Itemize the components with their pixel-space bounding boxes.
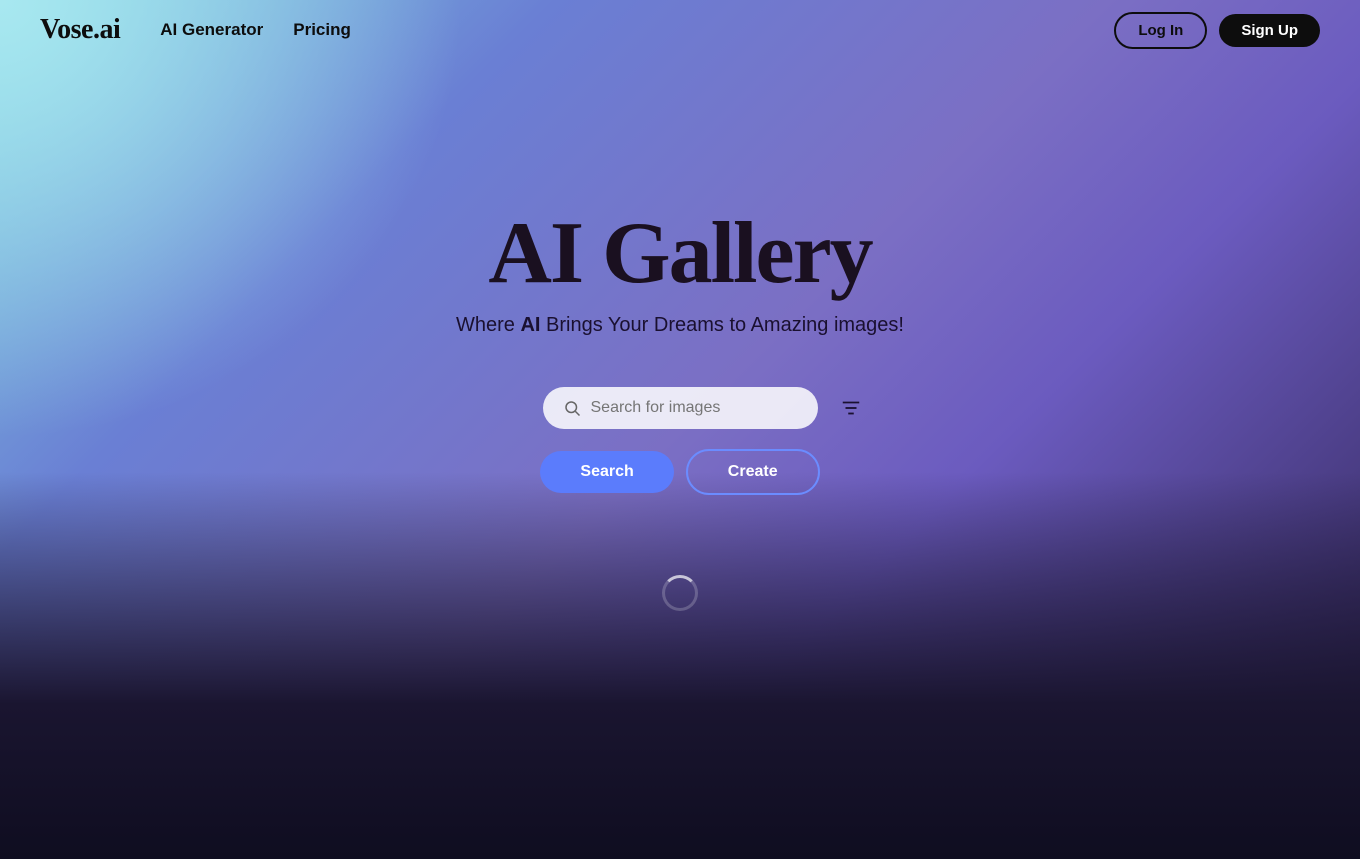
signup-button[interactable]: Sign Up xyxy=(1219,14,1320,47)
logo[interactable]: Vose.ai xyxy=(40,14,120,46)
hero-section: AI Gallery Where AI Brings Your Dreams t… xyxy=(0,210,1360,495)
spinner-animation xyxy=(662,575,698,611)
search-button[interactable]: Search xyxy=(540,451,673,493)
login-button[interactable]: Log In xyxy=(1114,12,1207,49)
hero-title: AI Gallery xyxy=(488,210,871,298)
nav-ai-generator[interactable]: AI Generator xyxy=(160,20,263,40)
search-input[interactable] xyxy=(591,399,798,417)
subtitle-prefix: Where xyxy=(456,314,520,336)
nav-actions: Log In Sign Up xyxy=(1114,12,1320,49)
loading-spinner xyxy=(0,575,1360,611)
navbar: Vose.ai AI Generator Pricing Log In Sign… xyxy=(0,0,1360,60)
search-actions: Search Create xyxy=(540,449,819,495)
filter-icon[interactable] xyxy=(840,397,862,419)
subtitle-suffix: Brings Your Dreams to Amazing images! xyxy=(540,314,904,336)
create-button[interactable]: Create xyxy=(686,449,820,495)
hero-subtitle: Where AI Brings Your Dreams to Amazing i… xyxy=(456,314,904,337)
subtitle-highlight: AI xyxy=(520,314,540,336)
nav-links: AI Generator Pricing xyxy=(160,20,1114,40)
nav-pricing[interactable]: Pricing xyxy=(293,20,351,40)
search-icon xyxy=(563,399,581,417)
search-box xyxy=(543,387,818,429)
